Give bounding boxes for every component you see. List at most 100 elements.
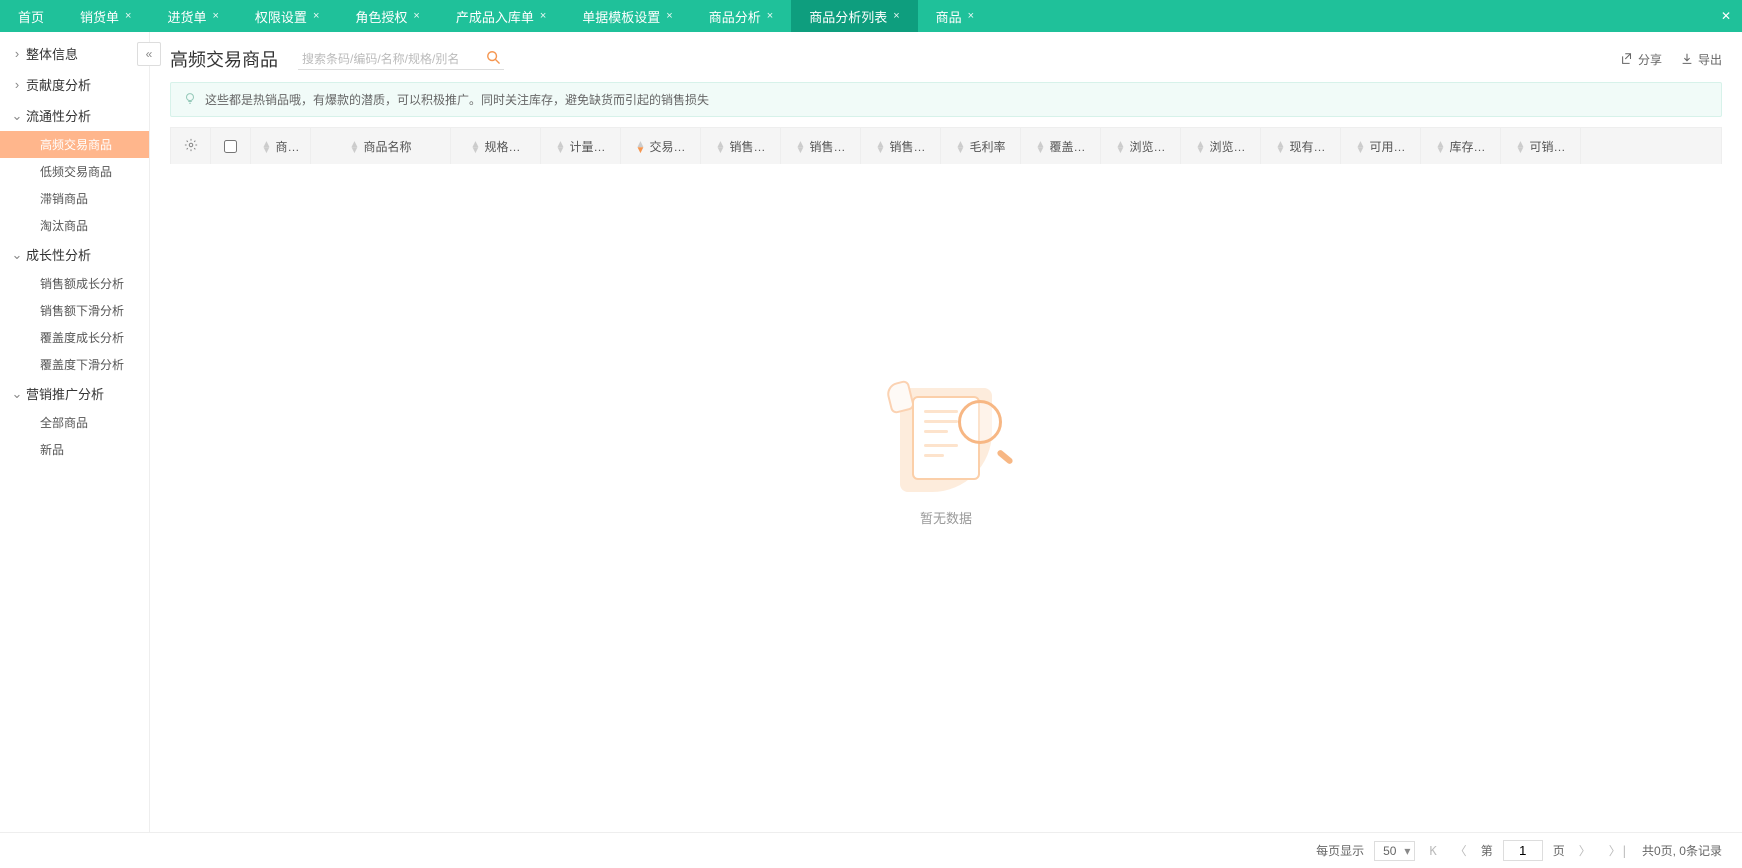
tab-label: 产成品入库单 xyxy=(456,7,534,26)
sort-icon: ▲▼ xyxy=(636,140,646,152)
nav-group-header[interactable]: ⌄流通性分析 xyxy=(0,100,149,131)
tab-label: 首页 xyxy=(18,7,44,26)
nav-group-header[interactable]: ⌄成长性分析 xyxy=(0,239,149,270)
column-header[interactable]: ▲▼规格… xyxy=(451,128,541,164)
tab-close-icon[interactable]: × xyxy=(125,10,131,22)
sort-icon: ▲▼ xyxy=(876,140,886,152)
column-header[interactable]: ▲▼可销… xyxy=(1501,128,1581,164)
nav-item[interactable]: 高频交易商品 xyxy=(0,131,149,158)
tab-close-icon[interactable]: × xyxy=(893,10,899,22)
nav-item[interactable]: 新品 xyxy=(0,436,149,463)
top-tab[interactable]: 商品分析列表× xyxy=(791,0,917,32)
nav-group-header[interactable]: ⌄营销推广分析 xyxy=(0,378,149,409)
column-header[interactable]: ▲▼库存… xyxy=(1421,128,1501,164)
column-label: 可用… xyxy=(1369,138,1405,155)
column-label: 库存… xyxy=(1449,138,1485,155)
column-label: 销售… xyxy=(889,138,925,155)
search-icon[interactable] xyxy=(486,50,500,67)
column-settings-button[interactable] xyxy=(171,128,211,164)
chevron-double-left-icon: « xyxy=(146,47,153,61)
export-label: 导出 xyxy=(1698,51,1722,68)
data-table: ▲▼商…▲▼商品名称▲▼规格…▲▼计量…▲▼交易…▲▼销售…▲▼销售…▲▼销售…… xyxy=(170,127,1722,164)
top-tab[interactable]: 权限设置× xyxy=(237,0,337,32)
tab-close-icon[interactable]: × xyxy=(212,10,218,22)
nav-item[interactable]: 全部商品 xyxy=(0,409,149,436)
page-size-select[interactable]: 50 xyxy=(1374,841,1415,861)
column-header[interactable]: ▲▼销售… xyxy=(861,128,941,164)
tip-text: 这些都是热销品哦，有爆款的潜质，可以积极推广。同时关注库存，避免缺货而引起的销售… xyxy=(205,91,709,108)
column-label: 销售… xyxy=(809,138,845,155)
prev-page-button[interactable]: 〈 xyxy=(1451,842,1471,859)
nav-item[interactable]: 淘汰商品 xyxy=(0,212,149,239)
top-tab[interactable]: 商品 × xyxy=(918,0,992,32)
tab-close-icon[interactable]: × xyxy=(313,10,319,22)
column-header[interactable]: ▲▼覆盖… xyxy=(1021,128,1101,164)
top-tab[interactable]: 产成品入库单 × xyxy=(438,0,564,32)
tab-label: 单据模板设置 xyxy=(582,7,660,26)
column-header[interactable]: ▲▼销售… xyxy=(781,128,861,164)
tab-close-icon[interactable]: × xyxy=(767,10,773,22)
column-header[interactable]: ▲▼可用… xyxy=(1341,128,1421,164)
column-header[interactable]: ▲▼交易… xyxy=(621,128,701,164)
page-size-value: 50 xyxy=(1383,844,1396,858)
sort-icon: ▲▼ xyxy=(1116,140,1126,152)
column-header[interactable]: ▲▼现有… xyxy=(1261,128,1341,164)
pagination-bar: 每页显示 50 K 〈 第 页 〉 〉| 共0页, 0条记录 xyxy=(0,832,1742,868)
close-all-tabs-button[interactable]: ✕ xyxy=(1710,0,1742,32)
search-field-wrap xyxy=(298,48,504,70)
nav-item[interactable]: 低频交易商品 xyxy=(0,158,149,185)
column-label: 现有… xyxy=(1289,138,1325,155)
column-label: 浏览… xyxy=(1129,138,1165,155)
nav-item[interactable]: 销售额下滑分析 xyxy=(0,297,149,324)
gear-icon xyxy=(184,138,198,155)
nav-item[interactable]: 滞销商品 xyxy=(0,185,149,212)
page-number-input[interactable] xyxy=(1503,840,1543,861)
nav-item[interactable]: 覆盖度成长分析 xyxy=(0,324,149,351)
page-header: 高频交易商品 分享 导出 xyxy=(150,32,1742,82)
sort-icon: ▲▼ xyxy=(471,140,481,152)
share-label: 分享 xyxy=(1638,51,1662,68)
top-tab[interactable]: 商品分析× xyxy=(691,0,791,32)
next-page-button[interactable]: 〉 xyxy=(1575,842,1595,859)
column-label: 计量… xyxy=(569,138,605,155)
export-button[interactable]: 导出 xyxy=(1680,51,1722,68)
search-input[interactable] xyxy=(302,52,482,66)
top-tab[interactable]: 进货单× xyxy=(149,0,236,32)
nav-group-label: 贡献度分析 xyxy=(26,75,91,94)
top-tab[interactable]: 销货单× xyxy=(62,0,149,32)
nav-group-header[interactable]: ›贡献度分析 xyxy=(0,69,149,100)
column-header[interactable]: ▲▼商品名称 xyxy=(311,128,451,164)
nav-item[interactable]: 覆盖度下滑分析 xyxy=(0,351,149,378)
select-all-cell xyxy=(211,128,251,164)
column-label: 覆盖… xyxy=(1049,138,1085,155)
sort-icon: ▲▼ xyxy=(1196,140,1206,152)
sidebar-collapse-button[interactable]: « xyxy=(137,42,161,66)
sort-icon: ▲▼ xyxy=(262,140,272,152)
chevron-down-icon: ⌄ xyxy=(10,386,24,402)
bulb-icon xyxy=(183,91,197,108)
column-header[interactable]: ▲▼浏览… xyxy=(1101,128,1181,164)
column-header[interactable]: ▲▼计量… xyxy=(541,128,621,164)
tab-label: 商品 xyxy=(936,7,962,26)
nav-group-label: 整体信息 xyxy=(26,44,78,63)
column-label: 毛利率 xyxy=(969,138,1005,155)
column-header[interactable]: ▲▼商… xyxy=(251,128,311,164)
tab-close-icon[interactable]: × xyxy=(968,10,974,22)
tab-close-icon[interactable]: × xyxy=(540,10,546,22)
column-header[interactable]: ▲▼浏览… xyxy=(1181,128,1261,164)
top-tab[interactable]: 角色授权× xyxy=(337,0,437,32)
table-horizontal-scrollbar[interactable] xyxy=(170,527,1722,541)
tab-close-icon[interactable]: × xyxy=(413,10,419,22)
column-header[interactable]: ▲▼毛利率 xyxy=(941,128,1021,164)
top-tab[interactable]: 单据模板设置 × xyxy=(564,0,690,32)
first-page-button[interactable]: K xyxy=(1425,844,1440,858)
share-button[interactable]: 分享 xyxy=(1620,51,1662,68)
column-label: 销售… xyxy=(729,138,765,155)
column-header[interactable]: ▲▼销售… xyxy=(701,128,781,164)
top-tab[interactable]: 首页 xyxy=(0,0,62,32)
nav-item[interactable]: 销售额成长分析 xyxy=(0,270,149,297)
nav-group-header[interactable]: ›整体信息 xyxy=(0,38,149,69)
last-page-button[interactable]: 〉| xyxy=(1605,842,1632,859)
tab-close-icon[interactable]: × xyxy=(666,10,672,22)
select-all-checkbox[interactable] xyxy=(224,140,237,153)
